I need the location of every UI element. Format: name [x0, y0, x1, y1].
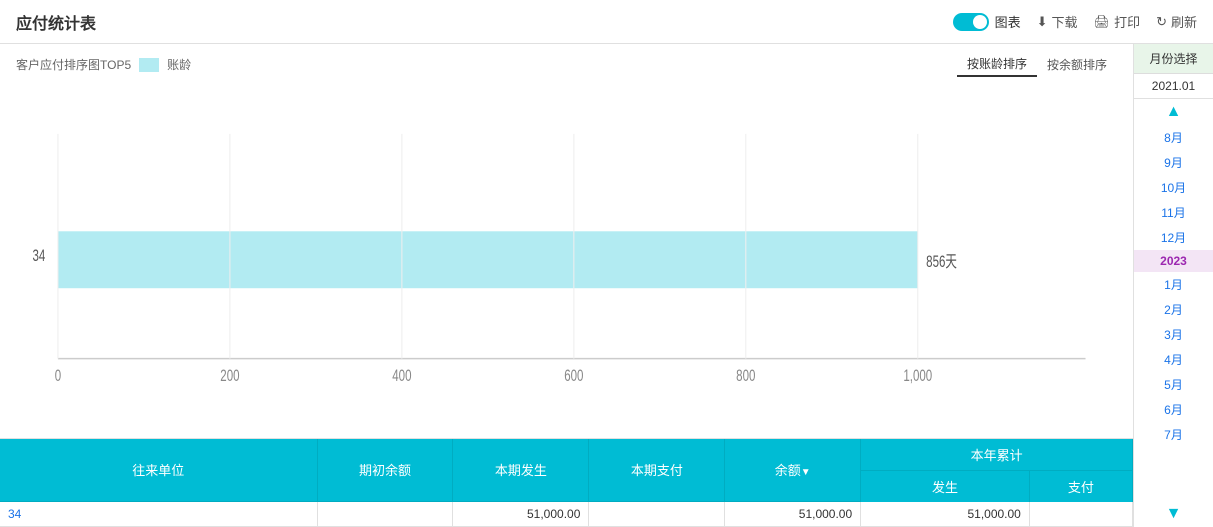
- svg-text:34: 34: [33, 247, 46, 266]
- col-vendor: 往来单位: [0, 439, 317, 502]
- chart-legend: 客户应付排序图TOP5 账龄: [16, 56, 191, 73]
- col-ytd-pay: 支付: [1029, 470, 1132, 502]
- app-header: 应付统计表 图表 ⬇ 下载 🖨 打印 ↻ 刷新: [0, 0, 1213, 44]
- month-10[interactable]: 10月: [1134, 175, 1213, 200]
- chart-section: 客户应付排序图TOP5 账龄 按账龄排序 按余额排序 34 856天: [0, 44, 1133, 527]
- svg-text:800: 800: [736, 367, 755, 386]
- table-row: 34 51,000.00 51,000.00 51,000.00: [0, 502, 1133, 527]
- svg-text:200: 200: [220, 367, 239, 386]
- month-3[interactable]: 3月: [1134, 322, 1213, 347]
- col-ytd-occur: 发生: [861, 470, 1030, 502]
- month-11[interactable]: 11月: [1134, 200, 1213, 225]
- legend-text: 客户应付排序图TOP5: [16, 56, 131, 73]
- chart-svg: 34 856天 0 200 400 600 800 1,000: [16, 89, 1117, 434]
- download-label: 下载: [1052, 12, 1078, 31]
- svg-text:400: 400: [392, 367, 411, 386]
- sidebar-down-button[interactable]: ▼: [1134, 501, 1213, 527]
- month-1[interactable]: 1月: [1134, 272, 1213, 297]
- download-icon: ⬇: [1037, 14, 1048, 30]
- sidebar-up-button[interactable]: ▲: [1134, 99, 1213, 125]
- col-period-pay: 本期支付: [589, 439, 725, 502]
- month-4[interactable]: 4月: [1134, 347, 1213, 372]
- month-7[interactable]: 7月: [1134, 422, 1213, 447]
- print-label: 打印: [1114, 12, 1140, 31]
- header-actions: 图表 ⬇ 下载 🖨 打印 ↻ 刷新: [953, 12, 1197, 31]
- page-title: 应付统计表: [16, 10, 96, 34]
- sidebar-months: 8月 9月 10月 11月 12月 2023 1月 2月 3月 4月 5月 6月…: [1134, 125, 1213, 501]
- sidebar-date-value: 2021.01: [1134, 74, 1213, 99]
- svg-text:0: 0: [55, 367, 61, 386]
- data-table: 往来单位 期初余额 本期发生 本期支付 余额▼ 本年累计 发生 支付: [0, 439, 1133, 527]
- month-12[interactable]: 12月: [1134, 225, 1213, 250]
- col-ytd: 本年累计: [861, 439, 1133, 471]
- col-period-occur: 本期发生: [453, 439, 589, 502]
- legend-box: [139, 58, 159, 72]
- month-8[interactable]: 8月: [1134, 125, 1213, 150]
- svg-text:600: 600: [564, 367, 583, 386]
- sort-by-amount-button[interactable]: 按账龄排序: [957, 52, 1037, 77]
- month-9[interactable]: 9月: [1134, 150, 1213, 175]
- cell-balance: 51,000.00: [725, 502, 861, 527]
- col-balance: 余额▼: [725, 439, 861, 502]
- month-5[interactable]: 5月: [1134, 372, 1213, 397]
- print-button[interactable]: 🖨 打印: [1094, 12, 1141, 31]
- month-6[interactable]: 6月: [1134, 397, 1213, 422]
- svg-text:856天: 856天: [926, 253, 957, 272]
- chart-wrapper: 34 856天 0 200 400 600 800 1,000: [0, 85, 1133, 438]
- cell-ytd-pay: [1029, 502, 1132, 527]
- chart-toggle-label: 图表: [995, 12, 1021, 31]
- sidebar-header: 月份选择: [1134, 44, 1213, 74]
- cell-ytd-occur: 51,000.00: [861, 502, 1030, 527]
- chart-toggle-wrap: 图表: [953, 12, 1021, 31]
- table-section: 往来单位 期初余额 本期发生 本期支付 余额▼ 本年累计 发生 支付: [0, 438, 1133, 527]
- cell-period-pay: [589, 502, 725, 527]
- legend-box-label: 账龄: [167, 56, 191, 73]
- refresh-label: 刷新: [1171, 12, 1197, 31]
- sidebar: 月份选择 2021.01 ▲ 8月 9月 10月 11月 12月 2023 1月…: [1133, 44, 1213, 527]
- chart-sort-buttons: 按账龄排序 按余额排序: [957, 52, 1117, 77]
- sidebar-nav: ▲ 8月 9月 10月 11月 12月 2023 1月 2月 3月 4月 5月 …: [1134, 99, 1213, 527]
- cell-opening: [317, 502, 453, 527]
- sort-by-balance-button[interactable]: 按余额排序: [1037, 52, 1117, 77]
- month-2[interactable]: 2月: [1134, 297, 1213, 322]
- print-icon: 🖨: [1094, 14, 1111, 30]
- chart-toggle[interactable]: [953, 13, 989, 31]
- download-button[interactable]: ⬇ 下载: [1037, 12, 1078, 31]
- cell-vendor: 34: [0, 502, 317, 527]
- cell-period-occur: 51,000.00: [453, 502, 589, 527]
- svg-text:1,000: 1,000: [903, 367, 932, 386]
- vendor-link[interactable]: 34: [8, 507, 21, 521]
- col-opening: 期初余额: [317, 439, 453, 502]
- main-content: 客户应付排序图TOP5 账龄 按账龄排序 按余额排序 34 856天: [0, 44, 1213, 527]
- year-2023[interactable]: 2023: [1134, 250, 1213, 272]
- refresh-icon: ↻: [1156, 14, 1167, 30]
- chart-header: 客户应付排序图TOP5 账龄 按账龄排序 按余额排序: [0, 44, 1133, 85]
- refresh-button[interactable]: ↻ 刷新: [1156, 12, 1197, 31]
